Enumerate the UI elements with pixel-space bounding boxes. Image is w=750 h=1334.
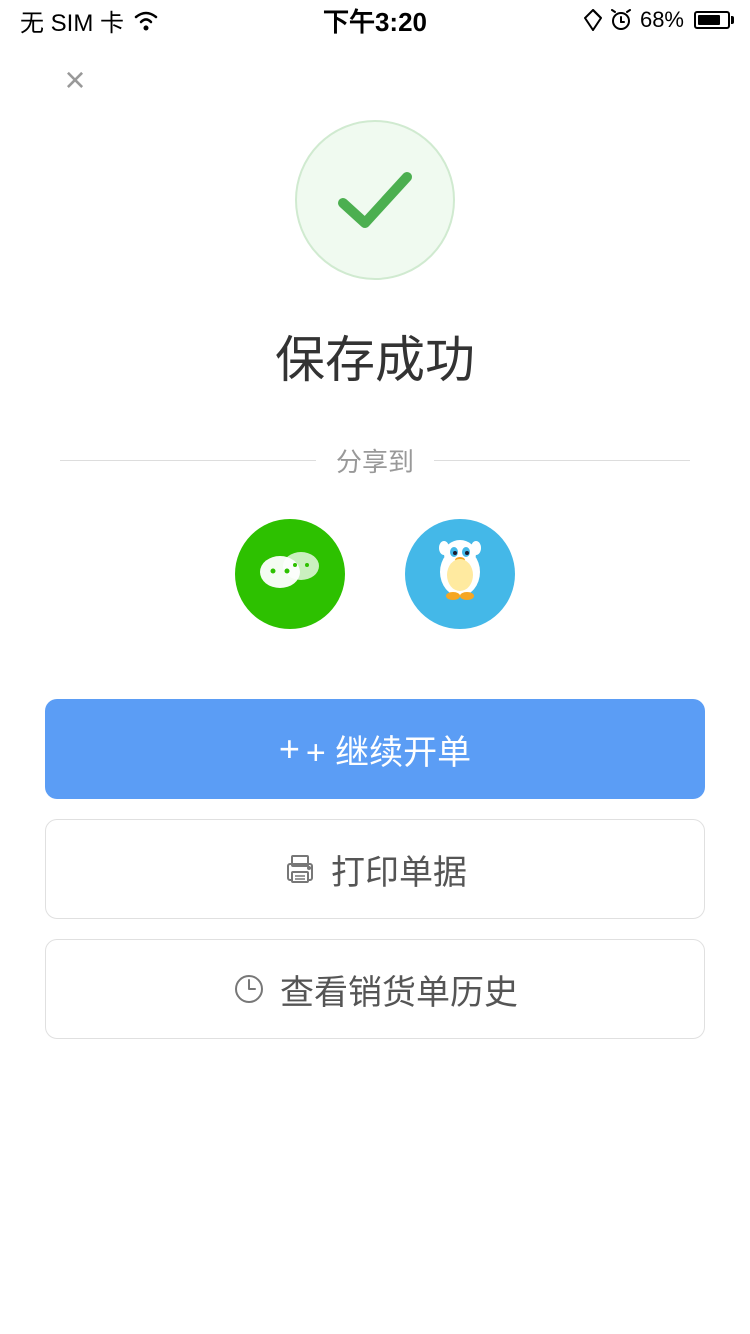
wechat-icon [258,547,323,602]
status-bar: 无 SIM 卡 下午3:20 68% [0,0,750,40]
qq-icon [431,540,489,608]
checkmark-icon [335,165,415,235]
battery-icon [694,11,730,29]
close-icon: × [64,62,85,98]
wifi-icon [132,9,160,31]
battery-text: 68% [640,7,684,33]
divider-right [434,460,690,461]
status-left: 无 SIM 卡 [20,3,160,38]
history-button[interactable]: 查看销货单历史 [45,939,705,1039]
close-button[interactable]: × [50,55,100,105]
success-title: 保存成功 [275,320,475,392]
action-buttons: + + 继续开单 打印单据 查看销货单历史 [45,699,705,1039]
alarm-icon [610,9,632,31]
continue-icon: + [279,728,300,770]
continue-button[interactable]: + + 继续开单 [45,699,705,799]
wechat-share-button[interactable] [235,519,345,629]
divider-left [60,460,316,461]
status-right: 68% [584,7,730,33]
continue-label: + 继续开单 [306,725,471,774]
no-sim-text: 无 SIM 卡 [20,3,124,38]
print-icon [283,852,317,886]
share-label: 分享到 [316,442,434,479]
print-label: 打印单据 [331,845,467,894]
print-button[interactable]: 打印单据 [45,819,705,919]
share-icons [235,519,515,629]
qq-share-button[interactable] [405,519,515,629]
location-icon [584,9,602,31]
share-divider: 分享到 [0,442,750,479]
main-content: 保存成功 分享到 [0,40,750,1039]
success-circle [295,120,455,280]
status-time: 下午3:20 [323,2,427,39]
history-label: 查看销货单历史 [280,965,518,1014]
history-icon [232,972,266,1006]
